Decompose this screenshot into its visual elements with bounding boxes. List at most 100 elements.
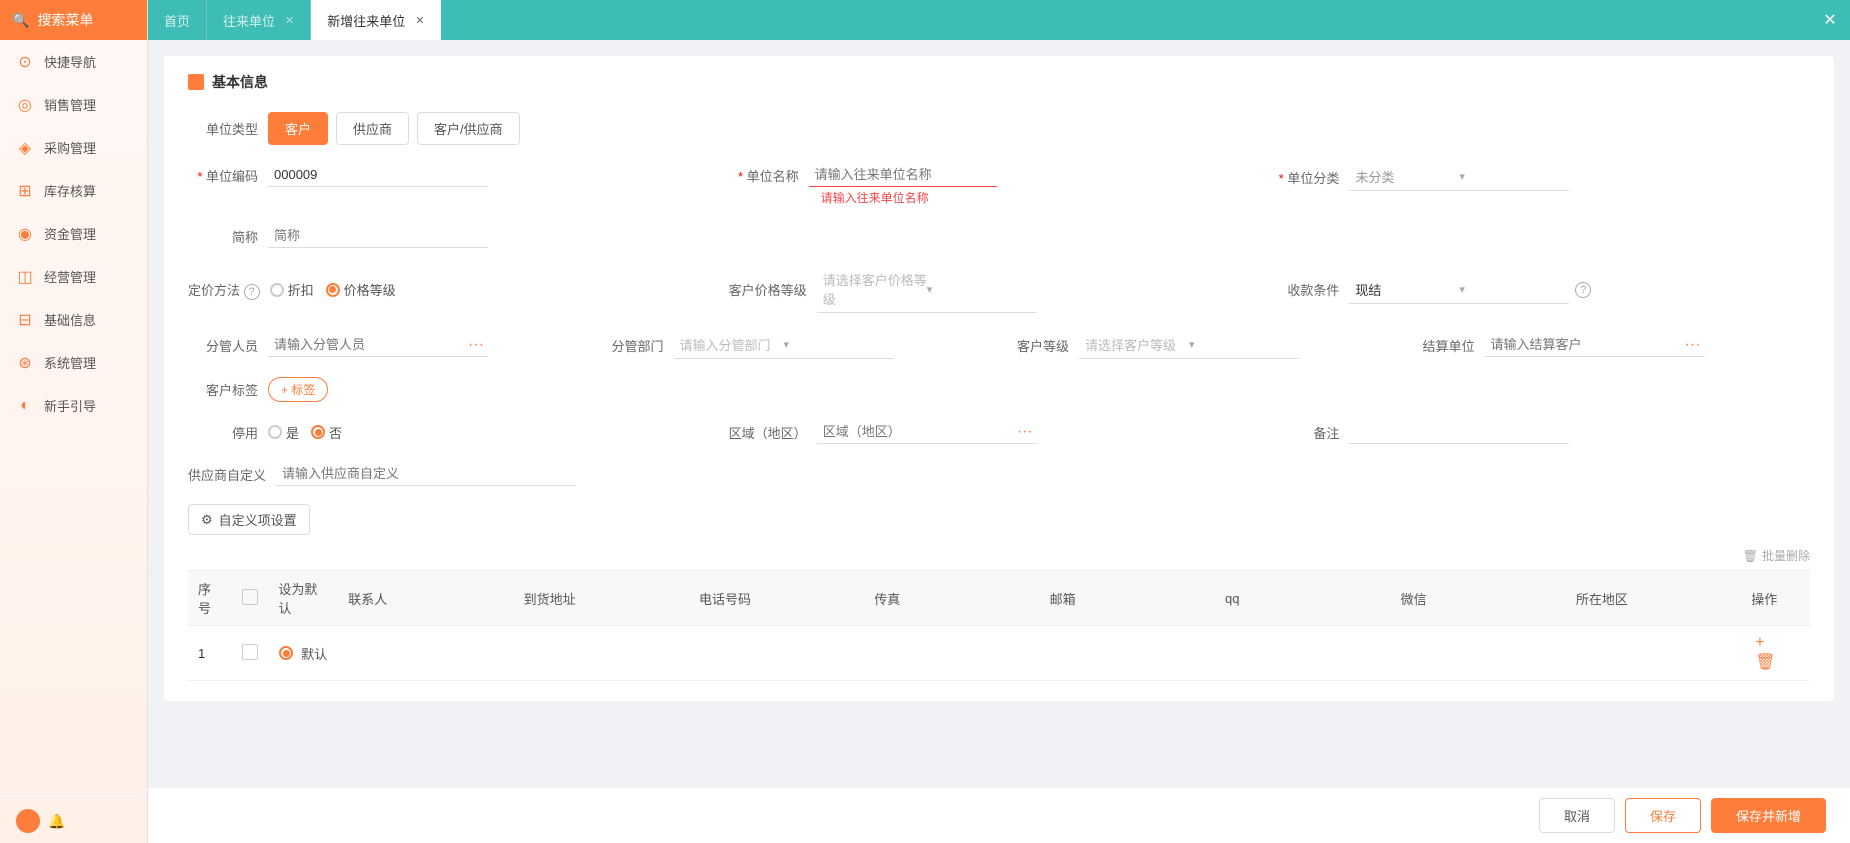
customer-price-select[interactable]: 请选择客户价格等级 ▾ bbox=[817, 266, 1037, 313]
col-address: 到货地址 bbox=[514, 571, 689, 626]
disable-yes-option[interactable]: 是 bbox=[268, 423, 299, 442]
fax-input[interactable] bbox=[874, 646, 1029, 661]
save-new-button[interactable]: 保存并新增 bbox=[1711, 798, 1826, 833]
tab-new-partner[interactable]: 新增往来单位 ✕ bbox=[311, 0, 441, 40]
settlement-label: 结算单位 bbox=[1405, 336, 1485, 355]
sidebar-item-system[interactable]: ⊛ 系统管理 bbox=[0, 341, 147, 384]
short-name-label: 简称 bbox=[188, 227, 268, 246]
unit-name-input[interactable] bbox=[809, 163, 997, 187]
sidebar-item-purchase[interactable]: ◈ 采购管理 bbox=[0, 126, 147, 169]
tab-partners[interactable]: 往来单位 ✕ bbox=[207, 0, 311, 40]
disable-no-option[interactable]: 否 bbox=[311, 423, 342, 442]
batch-delete-btn[interactable]: 🗑 批量删除 bbox=[1743, 547, 1810, 564]
customer-price-field: 客户价格等级 请选择客户价格等级 ▾ bbox=[729, 266, 1270, 313]
row-checkbox[interactable] bbox=[242, 644, 258, 660]
manager-dots-btn[interactable]: ··· bbox=[464, 336, 488, 354]
manager-label: 分管人员 bbox=[188, 336, 268, 355]
pricing-discount-option[interactable]: 折扣 bbox=[270, 280, 314, 299]
save-button[interactable]: 保存 bbox=[1625, 798, 1701, 833]
pricing-level-option[interactable]: 价格等级 bbox=[326, 280, 396, 299]
unit-category-label: 单位分类 bbox=[1269, 168, 1349, 187]
remark-input[interactable] bbox=[1349, 420, 1569, 444]
customer-level-select[interactable]: 请选择客户等级 ▾ bbox=[1079, 331, 1299, 359]
row-wechat[interactable] bbox=[1391, 626, 1566, 681]
dept-field: 分管部门 请输入分管部门 ▾ bbox=[594, 331, 1000, 359]
dept-chevron-icon: ▾ bbox=[784, 338, 888, 351]
region-dots-btn[interactable]: ··· bbox=[1013, 423, 1037, 441]
sidebar-item-quick-nav[interactable]: ⊙ 快捷导航 bbox=[0, 40, 147, 83]
wechat-input[interactable] bbox=[1401, 646, 1556, 661]
add-tag-button[interactable]: + 标签 bbox=[268, 377, 328, 402]
tab-home[interactable]: 首页 bbox=[148, 0, 207, 40]
row-seq: 1 bbox=[188, 626, 232, 681]
row-region[interactable] bbox=[1566, 626, 1741, 681]
row-fax[interactable] bbox=[864, 626, 1039, 681]
unit-type-both-btn[interactable]: 客户/供应商 bbox=[417, 112, 520, 145]
tab-partners-close[interactable]: ✕ bbox=[285, 14, 294, 27]
sidebar-search[interactable]: 🔍 搜索菜单 bbox=[0, 0, 147, 40]
settlement-field: 结算单位 ··· bbox=[1405, 333, 1811, 357]
remark-label: 备注 bbox=[1269, 423, 1349, 442]
manager-input[interactable] bbox=[268, 333, 464, 356]
col-qq: qq bbox=[1215, 571, 1391, 626]
dept-select[interactable]: 请输入分管部门 ▾ bbox=[674, 331, 894, 359]
region-input[interactable] bbox=[817, 420, 1013, 443]
address-input[interactable] bbox=[524, 646, 679, 661]
sidebar-label-inventory: 库存核算 bbox=[44, 181, 96, 200]
header-checkbox[interactable] bbox=[242, 589, 258, 605]
supplier-custom-row: 供应商自定义 bbox=[188, 462, 1810, 486]
supplier-custom-input[interactable] bbox=[276, 462, 576, 486]
email-input[interactable] bbox=[1050, 646, 1205, 661]
qq-input[interactable] bbox=[1225, 646, 1381, 661]
payment-terms-value: 现结 bbox=[1355, 280, 1459, 299]
customer-level-placeholder: 请选择客户等级 bbox=[1085, 335, 1189, 354]
cancel-button[interactable]: 取消 bbox=[1539, 798, 1615, 833]
sidebar-item-sales[interactable]: ◎ 销售管理 bbox=[0, 83, 147, 126]
payment-terms-label: 收款条件 bbox=[1269, 280, 1349, 299]
sidebar-item-inventory[interactable]: ⊞ 库存核算 bbox=[0, 169, 147, 212]
row-region-input[interactable] bbox=[1576, 646, 1731, 661]
unit-code-field: 单位编码 bbox=[188, 163, 729, 187]
settlement-dots-btn[interactable]: ··· bbox=[1681, 336, 1705, 354]
row-action: + 🗑 bbox=[1741, 626, 1810, 681]
payment-terms-info-icon[interactable]: ? bbox=[1575, 282, 1591, 298]
unit-category-select[interactable]: 未分类 ▾ bbox=[1349, 163, 1569, 191]
tab-new-partner-close[interactable]: ✕ bbox=[415, 14, 424, 27]
remark-field: 备注 bbox=[1269, 420, 1810, 444]
supplier-custom-field: 供应商自定义 bbox=[188, 462, 1810, 486]
sales-icon: ◎ bbox=[16, 96, 34, 114]
sidebar-item-operations[interactable]: ◫ 经营管理 bbox=[0, 255, 147, 298]
row-default-radio[interactable]: 默认 bbox=[278, 644, 328, 663]
row-qq[interactable] bbox=[1215, 626, 1391, 681]
phone-input[interactable] bbox=[699, 646, 854, 661]
row-phone[interactable] bbox=[689, 626, 864, 681]
unit-type-customer-btn[interactable]: 客户 bbox=[268, 112, 328, 145]
window-close-button[interactable]: ✕ bbox=[1810, 0, 1850, 40]
short-name-input[interactable] bbox=[268, 224, 488, 248]
main-area: 首页 往来单位 ✕ 新增往来单位 ✕ ✕ 基本信息 单位类型 客户 供应商 bbox=[148, 0, 1850, 843]
row-delete-btn[interactable]: 🗑 bbox=[1751, 652, 1779, 672]
row-address[interactable] bbox=[514, 626, 689, 681]
pricing-info-icon[interactable]: ? bbox=[244, 284, 260, 300]
settlement-input[interactable] bbox=[1485, 333, 1681, 356]
tab-partners-label: 往来单位 bbox=[223, 11, 275, 30]
sidebar-item-finance[interactable]: ◉ 资金管理 bbox=[0, 212, 147, 255]
sidebar-label-basic-info: 基础信息 bbox=[44, 310, 96, 329]
tags-label: 客户标签 bbox=[188, 380, 268, 399]
short-name-row: 简称 bbox=[188, 224, 1810, 248]
row-email[interactable] bbox=[1040, 626, 1215, 681]
custom-settings-label: 自定义项设置 bbox=[219, 510, 297, 529]
sidebar-label-quick-nav: 快捷导航 bbox=[44, 52, 96, 71]
row-contact[interactable] bbox=[338, 626, 513, 681]
unit-code-input[interactable] bbox=[268, 163, 488, 187]
payment-terms-select[interactable]: 现结 ▾ bbox=[1349, 276, 1569, 304]
payment-terms-chevron-icon: ▾ bbox=[1459, 283, 1563, 296]
sidebar-item-basic-info[interactable]: ⊟ 基础信息 bbox=[0, 298, 147, 341]
custom-settings-button[interactable]: ⚙ 自定义项设置 bbox=[188, 504, 310, 535]
row-add-btn[interactable]: + bbox=[1751, 634, 1768, 652]
pricing-level-radio bbox=[326, 283, 340, 297]
contact-input[interactable] bbox=[348, 646, 503, 661]
unit-type-supplier-btn[interactable]: 供应商 bbox=[336, 112, 409, 145]
sidebar-item-guide[interactable]: ◐ 新手引导 bbox=[0, 384, 147, 427]
section-title-text: 基本信息 bbox=[212, 72, 268, 92]
